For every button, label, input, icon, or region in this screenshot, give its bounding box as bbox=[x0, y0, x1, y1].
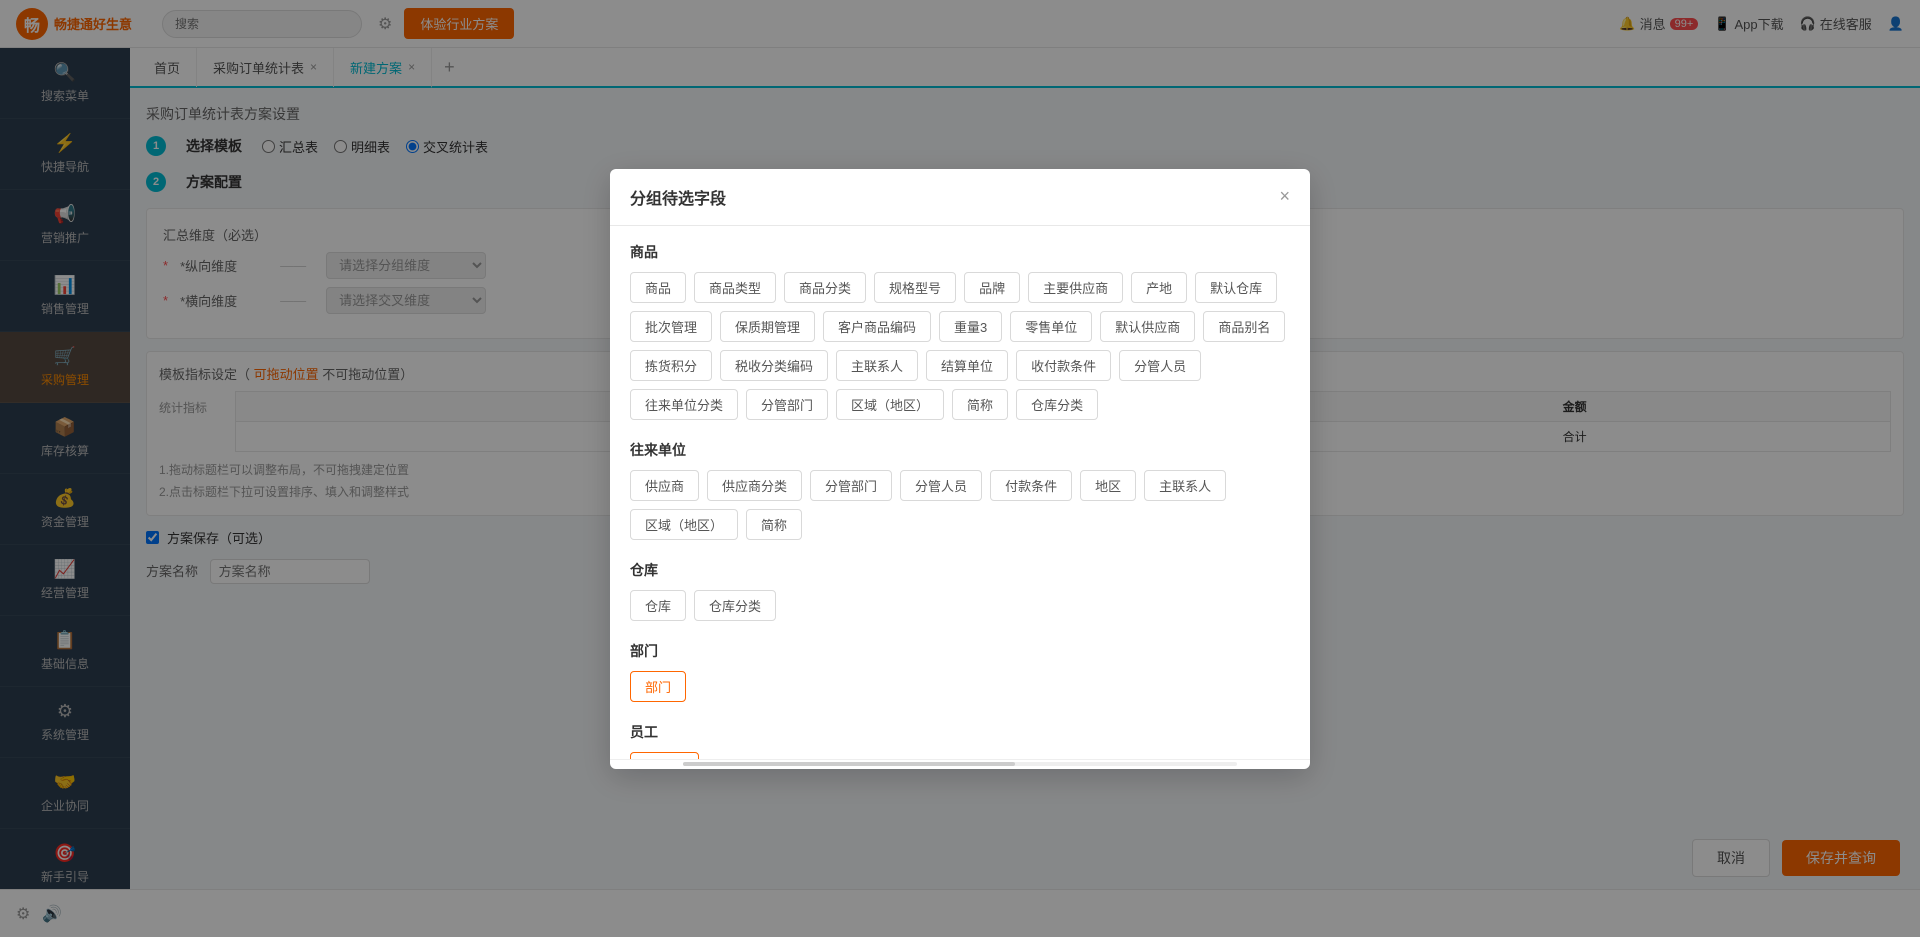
field-pick-points[interactable]: 拣货积分 bbox=[630, 350, 712, 381]
section-goods-title: 商品 bbox=[630, 242, 1290, 262]
field-partner-contact[interactable]: 主联系人 bbox=[1144, 470, 1226, 501]
modal-scrollbar-area bbox=[610, 759, 1310, 769]
field-main-contact[interactable]: 主联系人 bbox=[836, 350, 918, 381]
modal-header: 分组待选字段 × bbox=[610, 169, 1310, 226]
modal-h-scrollbar-thumb bbox=[683, 762, 1015, 766]
field-goods-type[interactable]: 商品类型 bbox=[694, 272, 776, 303]
field-dept[interactable]: 部门 bbox=[630, 671, 686, 702]
field-goods-origin[interactable]: 产地 bbox=[1131, 272, 1187, 303]
field-wh[interactable]: 仓库 bbox=[630, 590, 686, 621]
modal-h-scrollbar[interactable] bbox=[683, 762, 1237, 766]
field-goods-cat[interactable]: 商品分类 bbox=[784, 272, 866, 303]
field-partner-region[interactable]: 区域（地区） bbox=[630, 509, 738, 540]
field-dept-mgr[interactable]: 分管部门 bbox=[746, 389, 828, 420]
field-supplier-cat[interactable]: 供应商分类 bbox=[707, 470, 802, 501]
field-goods[interactable]: 商品 bbox=[630, 272, 686, 303]
goods-field-grid: 商品 商品类型 商品分类 规格型号 品牌 主要供应商 产地 默认仓库 批次管理 … bbox=[630, 272, 1290, 420]
field-wh-cat[interactable]: 仓库分类 bbox=[1016, 389, 1098, 420]
field-goods-main-supplier[interactable]: 主要供应商 bbox=[1028, 272, 1123, 303]
modal-body: 商品 商品 商品类型 商品分类 规格型号 品牌 主要供应商 产地 默认仓库 批次… bbox=[610, 226, 1310, 759]
field-partner-cat[interactable]: 往来单位分类 bbox=[630, 389, 738, 420]
field-default-warehouse[interactable]: 默认仓库 bbox=[1195, 272, 1277, 303]
field-goods-brand[interactable]: 品牌 bbox=[964, 272, 1020, 303]
modal-close-button[interactable]: × bbox=[1279, 186, 1290, 207]
field-retail-unit[interactable]: 零售单位 bbox=[1010, 311, 1092, 342]
field-goods-alias[interactable]: 商品别名 bbox=[1203, 311, 1285, 342]
field-batch[interactable]: 批次管理 bbox=[630, 311, 712, 342]
staff-field-grid: 业务员 bbox=[630, 752, 1290, 759]
field-short-name[interactable]: 简称 bbox=[952, 389, 1008, 420]
field-payment-terms[interactable]: 收付款条件 bbox=[1016, 350, 1111, 381]
modal-overlay: 分组待选字段 × 商品 商品 商品类型 商品分类 规格型号 品牌 主要供应商 产… bbox=[0, 0, 1920, 937]
field-mgr-person[interactable]: 分管人员 bbox=[900, 470, 982, 501]
section-staff: 员工 业务员 bbox=[630, 722, 1290, 759]
field-goods-spec[interactable]: 规格型号 bbox=[874, 272, 956, 303]
field-settle-unit[interactable]: 结算单位 bbox=[926, 350, 1008, 381]
field-area[interactable]: 地区 bbox=[1080, 470, 1136, 501]
dept-field-grid: 部门 bbox=[630, 671, 1290, 702]
partner-field-grid: 供应商 供应商分类 分管部门 分管人员 付款条件 地区 主联系人 区域（地区） … bbox=[630, 470, 1290, 540]
field-customer-code[interactable]: 客户商品编码 bbox=[823, 311, 931, 342]
section-staff-title: 员工 bbox=[630, 722, 1290, 742]
section-goods: 商品 商品 商品类型 商品分类 规格型号 品牌 主要供应商 产地 默认仓库 批次… bbox=[630, 242, 1290, 420]
section-warehouse-title: 仓库 bbox=[630, 560, 1290, 580]
field-tax-code[interactable]: 税收分类编码 bbox=[720, 350, 828, 381]
field-manager[interactable]: 分管人员 bbox=[1119, 350, 1201, 381]
field-wh-type[interactable]: 仓库分类 bbox=[694, 590, 776, 621]
field-mgr-dept[interactable]: 分管部门 bbox=[810, 470, 892, 501]
field-expiry[interactable]: 保质期管理 bbox=[720, 311, 815, 342]
section-dept-title: 部门 bbox=[630, 641, 1290, 661]
field-supplier[interactable]: 供应商 bbox=[630, 470, 699, 501]
field-region[interactable]: 区域（地区） bbox=[836, 389, 944, 420]
field-select-modal: 分组待选字段 × 商品 商品 商品类型 商品分类 规格型号 品牌 主要供应商 产… bbox=[610, 169, 1310, 769]
warehouse-field-grid: 仓库 仓库分类 bbox=[630, 590, 1290, 621]
field-pay-cond[interactable]: 付款条件 bbox=[990, 470, 1072, 501]
section-partner-title: 往来单位 bbox=[630, 440, 1290, 460]
field-partner-short[interactable]: 简称 bbox=[746, 509, 802, 540]
field-default-supplier[interactable]: 默认供应商 bbox=[1100, 311, 1195, 342]
field-weight[interactable]: 重量3 bbox=[939, 311, 1002, 342]
section-warehouse: 仓库 仓库 仓库分类 bbox=[630, 560, 1290, 621]
modal-title: 分组待选字段 bbox=[630, 185, 726, 209]
field-staff[interactable]: 业务员 bbox=[630, 752, 699, 759]
section-dept: 部门 部门 bbox=[630, 641, 1290, 702]
section-partner: 往来单位 供应商 供应商分类 分管部门 分管人员 付款条件 地区 主联系人 区域… bbox=[630, 440, 1290, 540]
